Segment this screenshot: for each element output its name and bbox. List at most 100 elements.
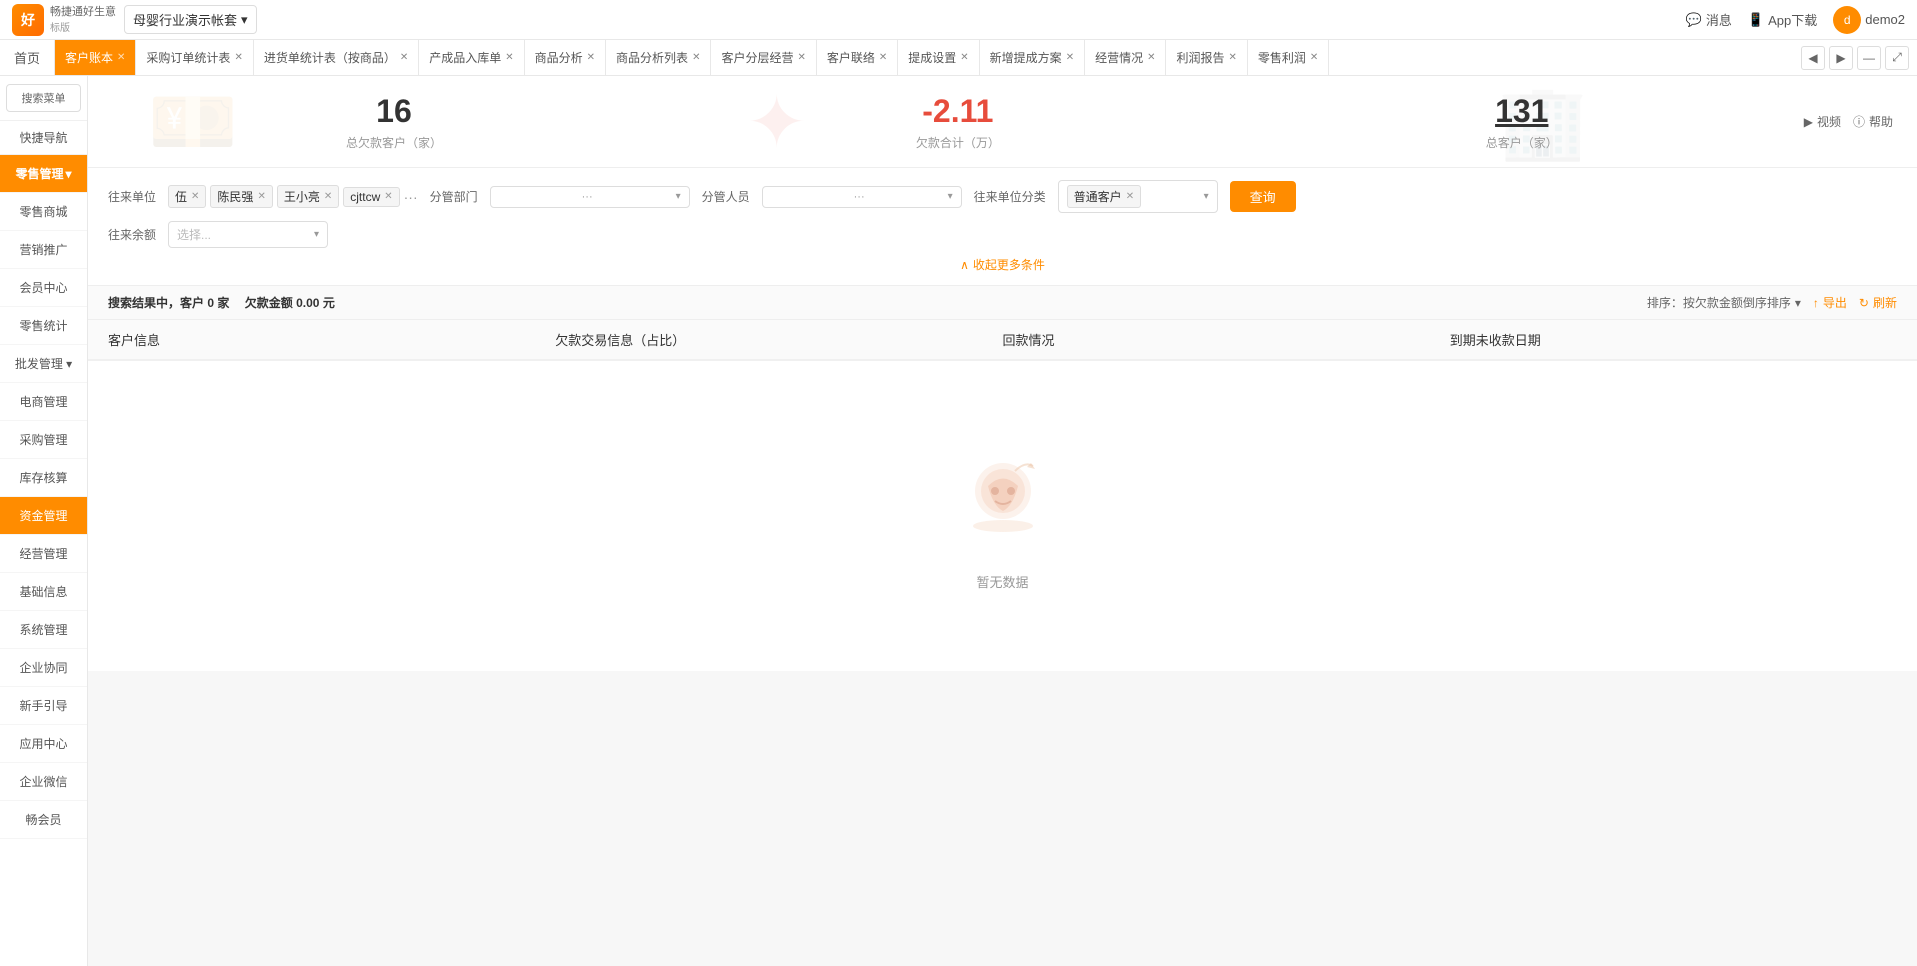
unit-tag-wu-remove[interactable]: ✕ [191,191,199,202]
person-filter-select[interactable]: ··· ▾ [762,186,962,208]
nav-minimize-button[interactable]: — [1857,46,1881,70]
tab-add-solution-close[interactable]: ✕ [1066,52,1074,63]
table-container: 客户信息 欠款交易信息（占比） 回款情况 到期未收款日期 [88,320,1917,671]
sidebar: 搜索菜单 快捷导航 零售管理 ▾ 零售商城 营销推广 会员中心 零售统计 批发管… [0,76,88,966]
sidebar-item-vip-member[interactable]: 畅会员 [0,801,87,839]
sidebar-item-marketing[interactable]: 营销推广 [0,231,87,269]
tab-customer-segment-close[interactable]: ✕ [797,52,805,63]
tab-product-inbound[interactable]: 产成品入库单 ✕ [419,40,524,76]
tab-purchase-order-stats[interactable]: 采购订单统计表 ✕ [136,40,253,76]
tab-product-analysis-close[interactable]: ✕ [587,52,595,63]
unit-tag-cjttcw-remove[interactable]: ✕ [384,191,392,202]
tab-customer-ledger[interactable]: 客户账本 ✕ [55,40,136,76]
sidebar-item-batch-mgmt[interactable]: 批发管理 ▾ [0,345,87,383]
unit-tag-wang: 王小亮 ✕ [277,185,339,208]
sidebar-item-enterprise-wechat[interactable]: 企业微信 [0,763,87,801]
tab-product-analysis-list[interactable]: 商品分析列表 ✕ [606,40,711,76]
user-avatar: d [1833,6,1861,34]
tab-profit-report-close[interactable]: ✕ [1229,52,1237,63]
balance-filter-value: 选择... [177,226,211,243]
person-filter-more-dots: ··· [854,191,865,203]
sidebar-item-ecommerce[interactable]: 电商管理 [0,383,87,421]
sidebar-item-basic-info-label: 基础信息 [19,585,67,599]
tab-promotion-settings-close[interactable]: ✕ [960,52,968,63]
tab-product-analysis[interactable]: 商品分析 ✕ [525,40,606,76]
unit-filter-more[interactable]: ··· [404,189,418,205]
tab-purchase-order-stats-close[interactable]: ✕ [234,52,242,63]
unit-tag-chen-remove[interactable]: ✕ [257,191,265,202]
nav-maximize-button[interactable]: ⤢ [1885,46,1909,70]
query-button[interactable]: 查询 [1230,181,1296,212]
sidebar-item-retail-stats[interactable]: 零售统计 [0,307,87,345]
export-button[interactable]: ↑ 导出 [1813,294,1847,311]
sort-label: 排序：按欠款金额倒序排序 [1647,294,1791,311]
account-selector[interactable]: 母婴行业演示帐套 ▾ [124,5,257,34]
collapse-icon: ∧ [960,258,969,272]
sidebar-item-purchase[interactable]: 采购管理 [0,421,87,459]
tab-operations[interactable]: 经营情况 ✕ [1085,40,1166,76]
refresh-button[interactable]: ↻ 刷新 [1859,294,1897,311]
sidebar-expand-icon: ▾ [65,167,71,181]
sidebar-item-retail-mgmt[interactable]: 零售管理 ▾ [0,155,87,193]
unit-tag-chen: 陈民强 ✕ [210,185,272,208]
sidebar-item-operations-label: 经营管理 [19,547,67,561]
category-filter-label: 往来单位分类 [974,188,1046,205]
tab-product-analysis-list-close[interactable]: ✕ [692,52,700,63]
results-customer-count: 0 [207,296,214,310]
sidebar-item-system[interactable]: 系统管理 [0,611,87,649]
tab-customer-ledger-close[interactable]: ✕ [117,52,125,63]
unit-tag-cjttcw-text: cjttcw [350,190,380,204]
message-label: 消息 [1706,10,1732,29]
category-filter-tags: 普通客户 ✕ [1067,185,1141,208]
tab-customer-contact[interactable]: 客户联络 ✕ [817,40,898,76]
sidebar-item-finance[interactable]: 资金管理 [0,497,87,535]
category-tag-normal: 普通客户 ✕ [1067,185,1141,208]
user-area[interactable]: d demo2 [1833,6,1905,34]
nav-next-button[interactable]: ▶ [1829,46,1853,70]
sidebar-item-ecommerce-label: 电商管理 [19,395,67,409]
tab-customer-segment[interactable]: 客户分层经营 ✕ [711,40,816,76]
sidebar-item-new-guide[interactable]: 新手引导 [0,687,87,725]
collapse-button[interactable]: ∧ 收起更多条件 [108,256,1897,273]
category-filter-select[interactable]: 普通客户 ✕ ▾ [1058,180,1218,213]
results-debt-unit: 元 [323,296,335,310]
tab-inbound-stats[interactable]: 进货单统计表（按商品） ✕ [254,40,419,76]
tab-inbound-stats-close[interactable]: ✕ [400,52,408,63]
sidebar-item-member-center[interactable]: 会员中心 [0,269,87,307]
nav-prev-button[interactable]: ◀ [1801,46,1825,70]
tab-retail-profit-close[interactable]: ✕ [1310,52,1318,63]
tab-home[interactable]: 首页 [0,40,55,76]
video-help-button[interactable]: ▶ 视频 [1804,113,1841,130]
search-menu-button[interactable]: 搜索菜单 [6,84,81,112]
tab-promotion-settings[interactable]: 提成设置 ✕ [898,40,979,76]
results-actions: 排序：按欠款金额倒序排序 ▾ ↑ 导出 ↻ 刷新 [1647,294,1897,311]
message-button[interactable]: 💬 消息 [1686,10,1732,29]
export-icon: ↑ [1813,296,1819,310]
sidebar-item-operations[interactable]: 经营管理 [0,535,87,573]
tab-retail-profit[interactable]: 零售利润 ✕ [1248,40,1329,76]
sidebar-item-retail-mall[interactable]: 零售商城 [0,193,87,231]
category-tag-normal-remove[interactable]: ✕ [1126,191,1134,202]
sort-arrow-icon: ▾ [1795,296,1801,310]
app-download-button[interactable]: 📱 App下载 [1748,10,1817,29]
help-icon: ⓘ [1853,113,1865,130]
video-label: 视频 [1817,113,1841,130]
sidebar-item-app-center[interactable]: 应用中心 [0,725,87,763]
dept-filter-select[interactable]: ··· ▾ [490,186,690,208]
tab-add-solution[interactable]: 新增提成方案 ✕ [980,40,1085,76]
sidebar-item-basic-info[interactable]: 基础信息 [0,573,87,611]
balance-filter-arrow: ▾ [314,229,319,240]
unit-filter-label: 往来单位 [108,188,156,205]
tab-customer-contact-close[interactable]: ✕ [879,52,887,63]
tab-product-inbound-close[interactable]: ✕ [505,52,513,63]
tab-profit-report[interactable]: 利润报告 ✕ [1166,40,1247,76]
sort-selector[interactable]: 排序：按欠款金额倒序排序 ▾ [1647,294,1801,311]
unit-tag-wang-remove[interactable]: ✕ [324,191,332,202]
sidebar-item-inventory[interactable]: 库存核算 [0,459,87,497]
tab-operations-close[interactable]: ✕ [1147,52,1155,63]
balance-filter-select[interactable]: 选择... ▾ [168,221,328,248]
col-customer-info: 客户信息 [108,330,555,349]
help-button[interactable]: ⓘ 帮助 [1853,113,1893,130]
sidebar-item-enterprise-collab[interactable]: 企业协同 [0,649,87,687]
quick-nav-button[interactable]: 快捷导航 [0,121,87,155]
